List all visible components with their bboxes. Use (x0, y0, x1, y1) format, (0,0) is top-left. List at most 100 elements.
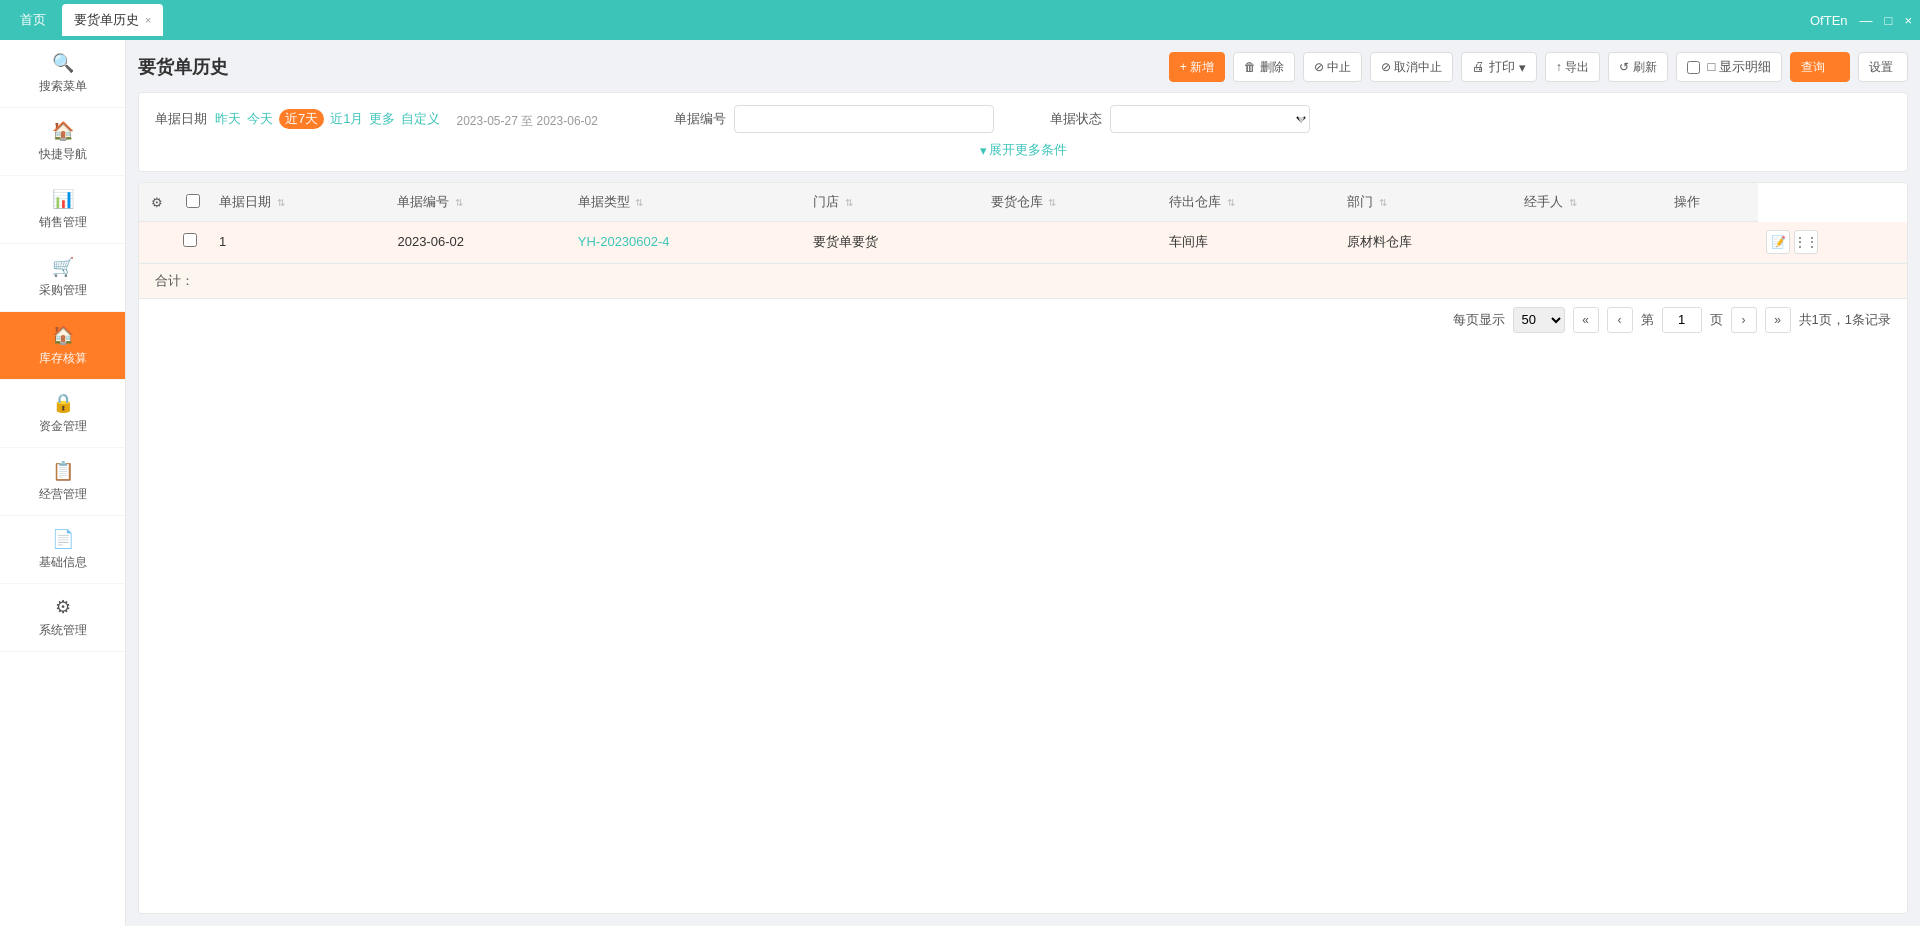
sidebar-item-sales[interactable]: 📊 销售管理 (0, 176, 125, 244)
doc-number-input[interactable] (734, 105, 994, 133)
col-handler: 经手人 ⇅ (1516, 183, 1666, 222)
print-button[interactable]: 🖨 打印 ▾ (1461, 52, 1537, 82)
footer-summary: 合计： (139, 263, 1907, 298)
sidebar-item-basic-info[interactable]: 📄 基础信息 (0, 516, 125, 584)
last-page-btn[interactable]: » (1765, 307, 1791, 333)
date-range-text: 2023-05-27 至 2023-06-02 (456, 113, 597, 130)
filter-area: 单据日期 昨天 今天 近7天 近1月 更多 自定义 2023-05-27 至 2… (138, 92, 1908, 172)
summary-label: 合计： (155, 273, 194, 288)
date-filter-label: 单据日期 (155, 110, 207, 128)
close-btn[interactable]: × (1904, 13, 1912, 28)
row-edit-btn[interactable]: 📝 (1766, 230, 1790, 254)
col-doc-number-label: 单据编号 (397, 194, 449, 209)
tab-home-label: 首页 (20, 11, 46, 29)
row-checkbox[interactable] (183, 233, 197, 247)
settings-button[interactable]: 设置 (1858, 52, 1908, 82)
expand-chevron-icon: ▾ (980, 143, 987, 158)
delete-button[interactable]: 🗑 删除 (1233, 52, 1294, 82)
table-body: 1 2023-06-02 YH-20230602-4 要货单要货 (139, 222, 1907, 263)
status-dropdown-icon: ▾ (1298, 112, 1305, 127)
next-page-btn[interactable]: › (1731, 307, 1757, 333)
data-table: ⚙ 单据日期 ⇅ 单据编号 ⇅ (139, 183, 1907, 263)
row-action-cell: 📝 ⋮⋮ (1758, 222, 1907, 263)
tab-close-icon[interactable]: × (145, 14, 151, 26)
row-settings-cell (139, 222, 175, 263)
sidebar-item-operations[interactable]: 📋 经营管理 (0, 448, 125, 516)
col-checkbox (175, 183, 211, 222)
settings-col-icon[interactable]: ⚙ (151, 195, 163, 210)
col-handler-sort-icon[interactable]: ⇅ (1569, 197, 1577, 208)
col-action-label: 操作 (1674, 194, 1700, 209)
status-label: 单据状态 (1050, 110, 1102, 128)
date-shortcut-1month[interactable]: 近1月 (330, 110, 363, 128)
current-page-input[interactable] (1662, 307, 1702, 333)
maximize-btn[interactable]: □ (1885, 13, 1893, 28)
col-store-sort-icon[interactable]: ⇅ (845, 197, 853, 208)
minimize-btn[interactable]: — (1860, 13, 1873, 28)
col-req-warehouse-sort-icon[interactable]: ⇅ (1048, 197, 1056, 208)
show-detail-checkbox[interactable] (1687, 61, 1700, 74)
export-button[interactable]: ↑ 导出 (1545, 52, 1600, 82)
date-shortcut-today[interactable]: 今天 (247, 110, 273, 128)
select-all-checkbox[interactable] (186, 194, 200, 208)
stop-button[interactable]: ⊘ 中止 (1303, 52, 1362, 82)
col-doc-number-sort-icon[interactable]: ⇅ (455, 197, 463, 208)
expand-more-btn[interactable]: ▾ 展开更多条件 (980, 141, 1067, 159)
col-doc-type: 单据类型 ⇅ (570, 183, 806, 222)
refresh-button[interactable]: ↺ 刷新 (1608, 52, 1667, 82)
col-doc-date-sort-icon[interactable]: ⇅ (277, 197, 285, 208)
sidebar-item-quick-nav[interactable]: 🏠 快捷导航 (0, 108, 125, 176)
print-arrow-icon: ▾ (1519, 60, 1526, 75)
row-more-btn[interactable]: ⋮⋮ (1794, 230, 1818, 254)
col-doc-type-sort-icon[interactable]: ⇅ (635, 197, 643, 208)
row-doc-number-link[interactable]: YH-20230602-4 (578, 234, 670, 249)
col-req-warehouse-label: 要货仓库 (991, 194, 1043, 209)
per-page-select[interactable]: 50 10 20 100 (1513, 307, 1565, 333)
gear-icon: ⚙ (55, 596, 71, 618)
date-shortcut-yesterday[interactable]: 昨天 (215, 110, 241, 128)
row-doc-type: 要货单要货 (813, 234, 878, 249)
filter-row-1: 单据日期 昨天 今天 近7天 近1月 更多 自定义 2023-05-27 至 2… (155, 105, 1891, 133)
col-doc-date-label: 单据日期 (219, 194, 271, 209)
sidebar-item-sales-label: 销售管理 (39, 214, 87, 231)
sidebar-item-search-menu[interactable]: 🔍 搜索菜单 (0, 40, 125, 108)
col-dept-label: 部门 (1347, 194, 1373, 209)
col-doc-date: 单据日期 ⇅ (211, 183, 389, 222)
main-layout: 🔍 搜索菜单 🏠 快捷导航 📊 销售管理 🛒 采购管理 🏠 库存核算 🔒 资金管… (0, 40, 1920, 926)
prev-page-btn[interactable]: ‹ (1607, 307, 1633, 333)
doc-number-filter-group: 单据编号 (674, 105, 994, 133)
query-button[interactable]: 查询 (1790, 52, 1850, 82)
sidebar-item-inventory[interactable]: 🏠 库存核算 (0, 312, 125, 380)
row-doc-number-cell: YH-20230602-4 (570, 222, 806, 263)
sidebar-item-finance[interactable]: 🔒 资金管理 (0, 380, 125, 448)
date-filter-group: 单据日期 昨天 今天 近7天 近1月 更多 自定义 2023-05-27 至 2… (155, 109, 598, 130)
date-shortcut-custom[interactable]: 自定义 (401, 110, 440, 128)
print-label: 🖨 打印 (1472, 58, 1515, 76)
row-index: 1 (219, 234, 226, 249)
inventory-icon: 🏠 (52, 324, 74, 346)
sidebar-item-search-menu-label: 搜索菜单 (39, 78, 87, 95)
sidebar-item-system[interactable]: ⚙ 系统管理 (0, 584, 125, 652)
cancel-stop-button[interactable]: ⊘ 取消中止 (1370, 52, 1453, 82)
table-row: 1 2023-06-02 YH-20230602-4 要货单要货 (139, 222, 1907, 263)
status-select[interactable] (1110, 105, 1310, 133)
home-icon: 🏠 (52, 120, 74, 142)
date-shortcut-more[interactable]: 更多 (369, 110, 395, 128)
sidebar-item-quick-nav-label: 快捷导航 (39, 146, 87, 163)
show-detail-button[interactable]: □ 显示明细 (1676, 52, 1782, 82)
row-action-btns: 📝 ⋮⋮ (1766, 230, 1899, 254)
top-bar-right: OfTEn — □ × (1810, 13, 1912, 28)
tab-home[interactable]: 首页 (8, 4, 58, 36)
col-pending-warehouse-sort-icon[interactable]: ⇅ (1227, 197, 1235, 208)
row-doc-type-cell: 要货单要货 (805, 222, 982, 263)
doc-number-label: 单据编号 (674, 110, 726, 128)
new-button[interactable]: + 新增 (1169, 52, 1225, 82)
date-shortcut-7days[interactable]: 近7天 (279, 109, 324, 129)
sidebar-item-purchase[interactable]: 🛒 采购管理 (0, 244, 125, 312)
first-page-btn[interactable]: « (1573, 307, 1599, 333)
col-dept-sort-icon[interactable]: ⇅ (1379, 197, 1387, 208)
row-doc-date: 2023-06-02 (397, 234, 464, 249)
row-handler-cell (1666, 222, 1758, 263)
brand-label: OfTEn (1810, 13, 1848, 28)
tab-requisition-history[interactable]: 要货单历史 × (62, 4, 163, 36)
